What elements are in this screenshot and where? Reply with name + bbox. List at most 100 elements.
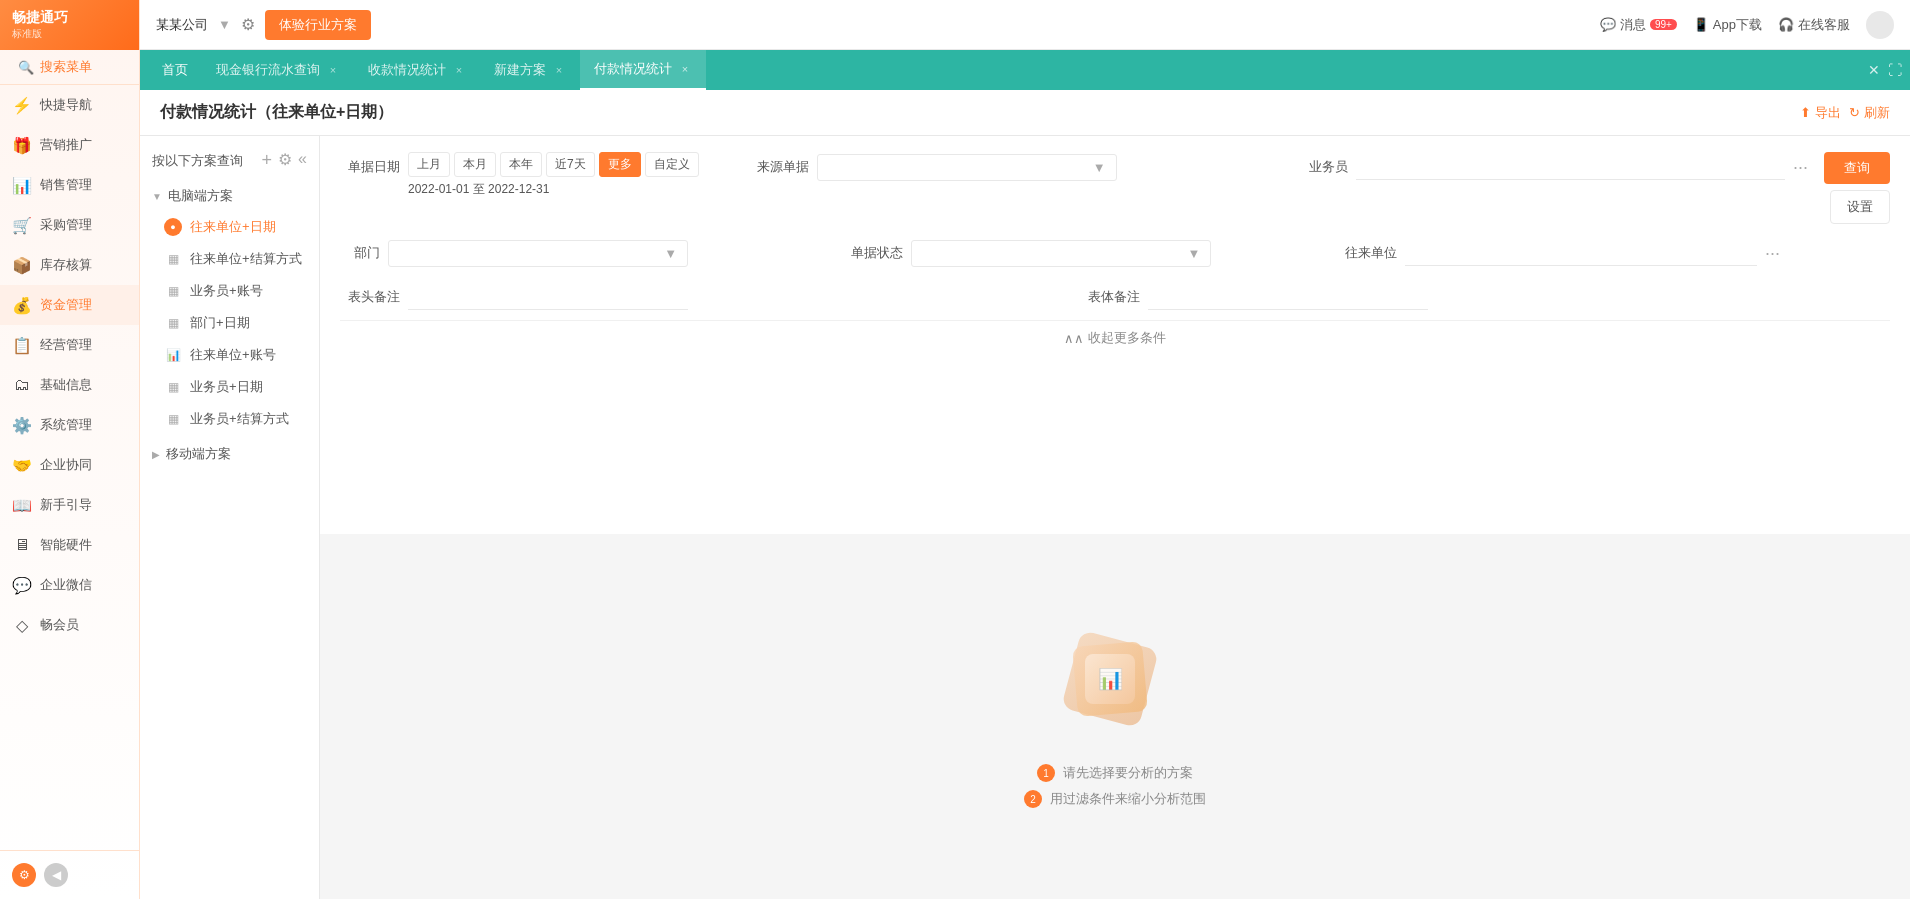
tab-receipts[interactable]: 收款情况统计 × <box>354 50 480 90</box>
sidebar-item-basic-info[interactable]: 🗂 基础信息 <box>0 365 139 405</box>
sidebar-item-hardware[interactable]: 🖥 智能硬件 <box>0 525 139 565</box>
status-select[interactable]: ▼ <box>911 240 1211 267</box>
filter-row-3: 表头备注 表体备注 <box>340 282 1890 312</box>
sidebar-item-enterprise[interactable]: 🤝 企业协同 <box>0 445 139 485</box>
empty-illustration: 📊 <box>1050 624 1180 744</box>
date-btn-more[interactable]: 更多 <box>599 152 641 177</box>
tab-new-scheme-close[interactable]: × <box>552 63 566 77</box>
sidebar-item-finance[interactable]: 💰 资金管理 <box>0 285 139 325</box>
marketing-icon: 🎁 <box>12 135 32 155</box>
date-btn-this-month[interactable]: 本月 <box>454 152 496 177</box>
scheme-item-4-label: 往来单位+账号 <box>190 346 276 364</box>
sidebar-item-member[interactable]: ◇ 畅会员 <box>0 605 139 645</box>
collapse-sidebar-icon[interactable]: ◀ <box>44 863 68 887</box>
scheme-group-mobile-header[interactable]: ▶ 移动端方案 <box>140 439 319 469</box>
scheme-item-6[interactable]: ▦ 业务员+结算方式 <box>140 403 319 435</box>
date-btn-this-year[interactable]: 本年 <box>500 152 542 177</box>
tab-payments[interactable]: 付款情况统计 × <box>580 50 706 90</box>
header-settings-icon[interactable]: ⚙ <box>241 15 255 34</box>
service-action[interactable]: 🎧 在线客服 <box>1778 16 1850 34</box>
dept-select[interactable]: ▼ <box>388 240 688 267</box>
tab-payments-close[interactable]: × <box>678 62 692 76</box>
sidebar-item-sales[interactable]: 📊 销售管理 <box>0 165 139 205</box>
collapse-bar[interactable]: ∧∧ 收起更多条件 <box>340 320 1890 355</box>
scheme-item-2-label: 业务员+账号 <box>190 282 263 300</box>
sidebar-item-quick-nav[interactable]: ⚡ 快捷导航 <box>0 85 139 125</box>
sidebar-item-system[interactable]: ⚙️ 系统管理 <box>0 405 139 445</box>
basic-info-icon: 🗂 <box>12 375 32 395</box>
scheme-add-icon[interactable]: + <box>262 150 273 171</box>
sidebar-item-purchase[interactable]: 🛒 采购管理 <box>0 205 139 245</box>
agent-filter-dots[interactable]: ··· <box>1793 157 1808 178</box>
date-filter-label: 单据日期 <box>340 152 400 182</box>
source-filter-label: 来源单据 <box>739 152 809 182</box>
tab-maximize-icon[interactable]: ⛶ <box>1888 62 1902 78</box>
sidebar-search[interactable]: 🔍 搜索菜单 <box>0 50 139 85</box>
member-icon: ◇ <box>12 615 32 635</box>
wechat-label: 企业微信 <box>40 576 92 594</box>
export-button[interactable]: ⬆ 导出 <box>1800 104 1841 122</box>
query-button[interactable]: 查询 <box>1824 152 1890 184</box>
agent-filter-input[interactable] <box>1356 154 1785 180</box>
scheme-item-3[interactable]: ▦ 部门+日期 <box>140 307 319 339</box>
sidebar-item-wechat[interactable]: 💬 企业微信 <box>0 565 139 605</box>
tab-bar-actions: ✕ ⛶ <box>1868 62 1902 78</box>
dropdown-arrow-icon[interactable]: ▼ <box>218 17 231 32</box>
source-filter-group: 来源单据 ▼ <box>739 152 1254 182</box>
download-action[interactable]: 📱 App下载 <box>1693 16 1762 34</box>
partner-filter-input[interactable] <box>1405 240 1757 266</box>
group-desktop-label: 电脑端方案 <box>168 187 233 205</box>
trial-button[interactable]: 体验行业方案 <box>265 10 371 40</box>
cube-front: 📊 <box>1085 654 1135 704</box>
dept-filter-label: 部门 <box>340 238 380 268</box>
partner-filter-dots[interactable]: ··· <box>1765 243 1780 264</box>
date-btn-last-month[interactable]: 上月 <box>408 152 450 177</box>
scheme-item-0[interactable]: ● 往来单位+日期 <box>140 211 319 243</box>
tab-bank-flow[interactable]: 现金银行流水查询 × <box>202 50 354 90</box>
scheme-table-icon-6: ▦ <box>164 410 182 428</box>
guide-label: 新手引导 <box>40 496 92 514</box>
quick-nav-icon: ⚡ <box>12 95 32 115</box>
results-area: 📊 1 请先选择要分析的方案 2 用过滤条件来缩小分析范围 <box>320 534 1910 900</box>
tab-receipts-close[interactable]: × <box>452 63 466 77</box>
refresh-icon: ↻ <box>1849 105 1860 120</box>
messages-action[interactable]: 💬 消息 99+ <box>1600 16 1677 34</box>
step-2-icon: 2 <box>1024 790 1042 808</box>
scheme-settings-icon[interactable]: ⚙ <box>278 150 292 171</box>
sidebar-item-inventory[interactable]: 📦 库存核算 <box>0 245 139 285</box>
scheme-item-5[interactable]: ▦ 业务员+日期 <box>140 371 319 403</box>
scheme-collapse-icon[interactable]: « <box>298 150 307 171</box>
sidebar-item-marketing[interactable]: 🎁 营销推广 <box>0 125 139 165</box>
sidebar-item-management[interactable]: 📋 经营管理 <box>0 325 139 365</box>
sidebar-item-guide[interactable]: 📖 新手引导 <box>0 485 139 525</box>
date-btn-7days[interactable]: 近7天 <box>546 152 595 177</box>
scheme-item-1[interactable]: ▦ 往来单位+结算方式 <box>140 243 319 275</box>
head-note-input[interactable] <box>408 284 688 310</box>
quick-nav-label: 快捷导航 <box>40 96 92 114</box>
tab-bank-flow-close[interactable]: × <box>326 63 340 77</box>
tab-close-all-icon[interactable]: ✕ <box>1868 62 1880 78</box>
tab-new-scheme[interactable]: 新建方案 × <box>480 50 580 90</box>
tab-home[interactable]: 首页 <box>148 50 202 90</box>
date-filter-controls: 上月 本月 本年 近7天 更多 自定义 2022-01-01 至 2022-12… <box>408 152 699 198</box>
right-content: 单据日期 上月 本月 本年 近7天 更多 自定义 2022-01-01 至 20… <box>320 136 1910 899</box>
scheme-item-4[interactable]: 📊 往来单位+账号 <box>140 339 319 371</box>
member-label: 畅会员 <box>40 616 79 634</box>
date-btn-custom[interactable]: 自定义 <box>645 152 699 177</box>
scheme-panel-title: 按以下方案查询 <box>152 152 243 170</box>
refresh-button[interactable]: ↻ 刷新 <box>1849 104 1890 122</box>
scheme-group-desktop-header[interactable]: ▼ 电脑端方案 <box>140 181 319 211</box>
refresh-label: 刷新 <box>1864 104 1890 122</box>
top-header: 某某公司 ▼ ⚙ 体验行业方案 💬 消息 99+ 📱 App下载 🎧 在线客服 <box>140 0 1910 50</box>
tab-bank-flow-label: 现金银行流水查询 <box>216 61 320 79</box>
collapse-up-icon: ∧∧ <box>1064 331 1084 346</box>
source-select[interactable]: ▼ <box>817 154 1117 181</box>
user-avatar[interactable] <box>1866 11 1894 39</box>
app-name: 畅捷通巧 <box>12 9 68 27</box>
scheme-item-2[interactable]: ▦ 业务员+账号 <box>140 275 319 307</box>
scheme-table-icon-2: ▦ <box>164 282 182 300</box>
settings-bottom-icon[interactable]: ⚙ <box>12 863 36 887</box>
sales-label: 销售管理 <box>40 176 92 194</box>
body-note-input[interactable] <box>1148 284 1428 310</box>
settings-button[interactable]: 设置 <box>1830 190 1890 224</box>
